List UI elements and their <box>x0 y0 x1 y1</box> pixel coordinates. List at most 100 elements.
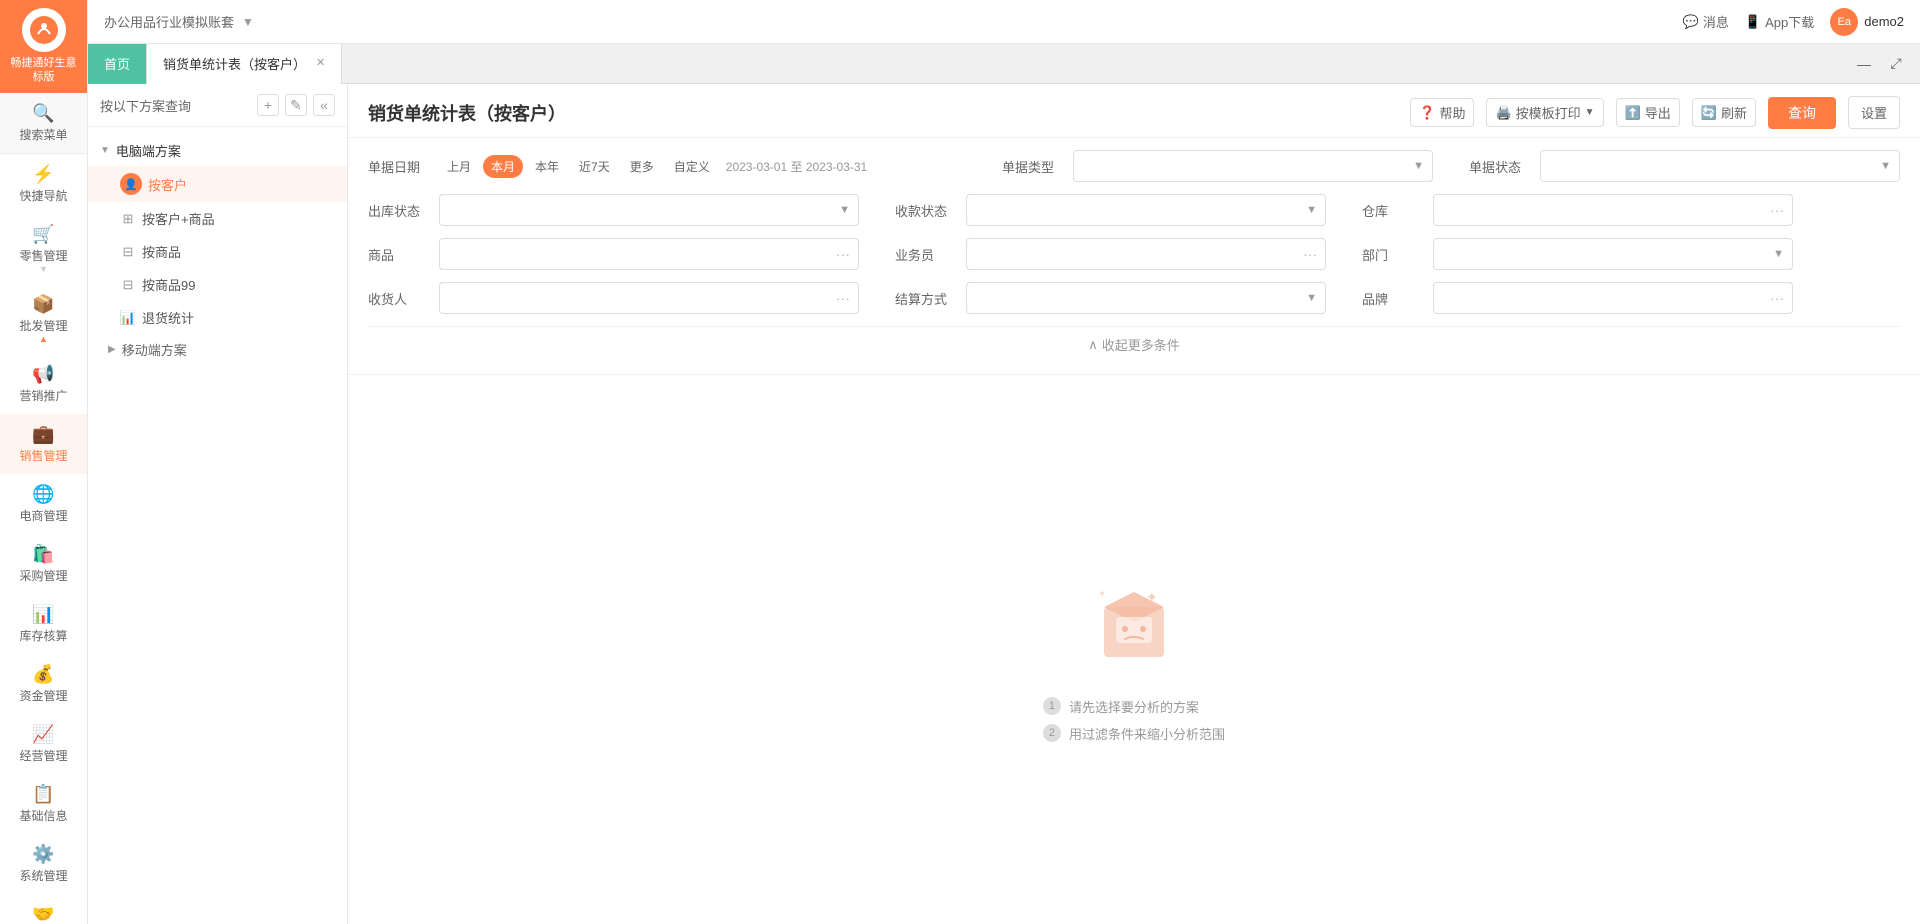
system-icon: ⚙️ <box>32 844 54 865</box>
sidebar-item-inventory[interactable]: 📊 库存核算 <box>0 594 87 654</box>
breadcrumb-dropdown-icon[interactable]: ▼ <box>242 15 254 29</box>
collapse-icon: « <box>320 97 328 113</box>
grid-icon: ⊞ <box>120 211 136 227</box>
print-button[interactable]: 🖨️ 按模板打印 ▼ <box>1486 98 1603 127</box>
tree-item-by-goods[interactable]: ⊟ 按商品 <box>88 235 347 268</box>
tree-item-return-stat[interactable]: 📊 退货统计 <box>88 301 347 334</box>
sidebar-item-sales[interactable]: 💼 销售管理 <box>0 414 87 474</box>
date-tab-last-month[interactable]: 上月 <box>439 155 479 178</box>
left-panel-title: 按以下方案查询 <box>100 96 191 115</box>
settlement-dropdown-icon: ▼ <box>1306 292 1317 304</box>
tree-group-mobile-label: 移动端方案 <box>122 340 187 359</box>
filter-row-4: 收货人 ··· 结算方式 ▼ 品牌 ··· <box>368 282 1900 314</box>
goods-input[interactable]: ··· <box>439 238 859 270</box>
logo-area[interactable]: 畅捷通好生意 标版 <box>0 0 87 93</box>
department-select[interactable]: ▼ <box>1433 238 1793 270</box>
collect-dropdown-icon: ▼ <box>1306 204 1317 216</box>
receiver-label: 收货人 <box>368 289 423 308</box>
collect-status-select[interactable]: ▼ <box>966 194 1326 226</box>
add-scheme-button[interactable]: + <box>257 94 279 116</box>
query-button[interactable]: 查询 <box>1768 97 1836 129</box>
corp-icon: 🤝 <box>32 904 54 924</box>
filter-area: 单据日期 上月 本月 本年 近7天 更多 自定义 2023-03-01 至 20… <box>348 138 1920 375</box>
tree-group-pc-label: 电脑端方案 <box>116 141 181 160</box>
sidebar-item-retail[interactable]: 🛒 零售管理 ▼ <box>0 214 87 284</box>
brand-input[interactable]: ··· <box>1433 282 1793 314</box>
page-title: 销货单统计表（按客户） <box>368 100 566 126</box>
sidebar-item-ecom[interactable]: 🌐 电商管理 <box>0 474 87 534</box>
edit-scheme-button[interactable]: ✎ <box>285 94 307 116</box>
warehouse-label: 仓库 <box>1362 201 1417 220</box>
tree-group-mobile: ▶ 移动端方案 <box>88 334 347 365</box>
settlement-select[interactable]: ▼ <box>966 282 1326 314</box>
bill-status-dropdown-icon: ▼ <box>1880 160 1891 172</box>
refresh-button[interactable]: 🔄 刷新 <box>1692 98 1756 127</box>
sidebar-item-system[interactable]: ⚙️ 系统管理 <box>0 834 87 894</box>
settlement-label: 结算方式 <box>895 289 950 308</box>
user-area[interactable]: Ea demo2 <box>1830 8 1904 36</box>
sidebar-item-quick-nav[interactable]: ⚡ 快捷导航 <box>0 154 87 214</box>
maximize-button[interactable]: ⤢ <box>1884 52 1908 76</box>
tab-home[interactable]: 首页 <box>88 44 147 84</box>
username: demo2 <box>1864 14 1904 29</box>
collapse-conditions-button[interactable]: ∧ 收起更多条件 <box>1088 335 1180 354</box>
tree-group-mobile-header[interactable]: ▶ 移动端方案 <box>88 334 347 365</box>
tree-item-by-customer[interactable]: 👤 按客户 <box>88 166 347 202</box>
tip-num-2: 2 <box>1043 724 1061 742</box>
tree-item-by-customer-goods[interactable]: ⊞ 按客户+商品 <box>88 202 347 235</box>
purchase-icon: 🛍️ <box>32 544 54 565</box>
help-icon: ❓ <box>1419 105 1435 121</box>
collapsed-icon: ▶ <box>108 344 116 355</box>
expand-icon: ▼ <box>100 145 110 156</box>
date-tab-custom[interactable]: 自定义 <box>666 155 718 178</box>
close-tab-icon[interactable]: ✕ <box>316 58 325 69</box>
left-panel-actions: + ✎ « <box>257 94 335 116</box>
app-download-button[interactable]: 📱 App下载 <box>1745 12 1814 31</box>
salesperson-input[interactable]: ··· <box>966 238 1326 270</box>
sidebar-item-finance[interactable]: 💰 资金管理 <box>0 654 87 714</box>
minimize-button[interactable]: — <box>1852 52 1876 76</box>
goods-dots-icon: ··· <box>836 246 850 262</box>
print-dropdown-icon: ▼ <box>1585 107 1595 118</box>
tree-item-by-customer-label: 按客户 <box>148 175 187 194</box>
settings-button[interactable]: 设置 <box>1848 96 1900 129</box>
date-tab-7days[interactable]: 近7天 <box>571 155 618 178</box>
warehouse-dots-icon: ··· <box>1770 202 1784 218</box>
sidebar-item-ops[interactable]: 📈 经营管理 <box>0 714 87 774</box>
filter-row-2: 出库状态 ▼ 收款状态 ▼ 仓库 ··· <box>368 194 1900 226</box>
help-button[interactable]: ❓ 帮助 <box>1410 98 1474 127</box>
tab-bar: 首页 销货单统计表（按客户） ✕ — ⤢ <box>88 44 1920 84</box>
date-tab-this-year[interactable]: 本年 <box>527 155 567 178</box>
tree-group-pc-header[interactable]: ▼ 电脑端方案 <box>88 135 347 166</box>
avatar: Ea <box>1830 8 1858 36</box>
receiver-input[interactable]: ··· <box>439 282 859 314</box>
svg-text:✦: ✦ <box>1098 589 1106 600</box>
sidebar-item-marketing[interactable]: 📢 营销推广 <box>0 354 87 414</box>
ecom-icon: 🌐 <box>32 484 54 505</box>
left-panel: 按以下方案查询 + ✎ « ▼ <box>88 84 348 924</box>
wholesale-icon: 📦 <box>32 294 54 315</box>
warehouse-select[interactable]: ··· <box>1433 194 1793 226</box>
person-icon: 👤 <box>124 178 138 191</box>
type-select[interactable]: ▼ <box>1073 150 1433 182</box>
tab-sales-stat[interactable]: 销货单统计表（按客户） ✕ <box>147 44 342 84</box>
message-button[interactable]: 💬 消息 <box>1683 12 1729 31</box>
out-status-select[interactable]: ▼ <box>439 194 859 226</box>
date-tab-more[interactable]: 更多 <box>622 155 662 178</box>
tree-item-by-goods-99[interactable]: ⊟ 按商品99 <box>88 268 347 301</box>
sidebar-item-search[interactable]: 🔍 搜索菜单 <box>0 93 87 154</box>
quick-nav-icon: ⚡ <box>32 164 54 185</box>
active-scheme-indicator: 👤 <box>120 173 142 195</box>
sidebar-item-basic[interactable]: 📋 基础信息 <box>0 774 87 834</box>
collect-label: 收款状态 <box>895 201 950 220</box>
date-tab-this-month[interactable]: 本月 <box>483 155 523 178</box>
sidebar-item-wholesale[interactable]: 📦 批发管理 ▲ <box>0 284 87 354</box>
sidebar-item-corp[interactable]: 🤝 企业协同 <box>0 894 87 924</box>
sidebar-item-purchase[interactable]: 🛍️ 采购管理 <box>0 534 87 594</box>
edit-icon: ✎ <box>290 97 302 114</box>
top-bar-right: 💬 消息 📱 App下载 Ea demo2 <box>1683 8 1904 36</box>
export-button[interactable]: ⬆️ 导出 <box>1616 98 1680 127</box>
collapse-panel-button[interactable]: « <box>313 94 335 116</box>
more-conditions-row: ∧ 收起更多条件 <box>368 326 1900 362</box>
bill-status-select[interactable]: ▼ <box>1540 150 1900 182</box>
